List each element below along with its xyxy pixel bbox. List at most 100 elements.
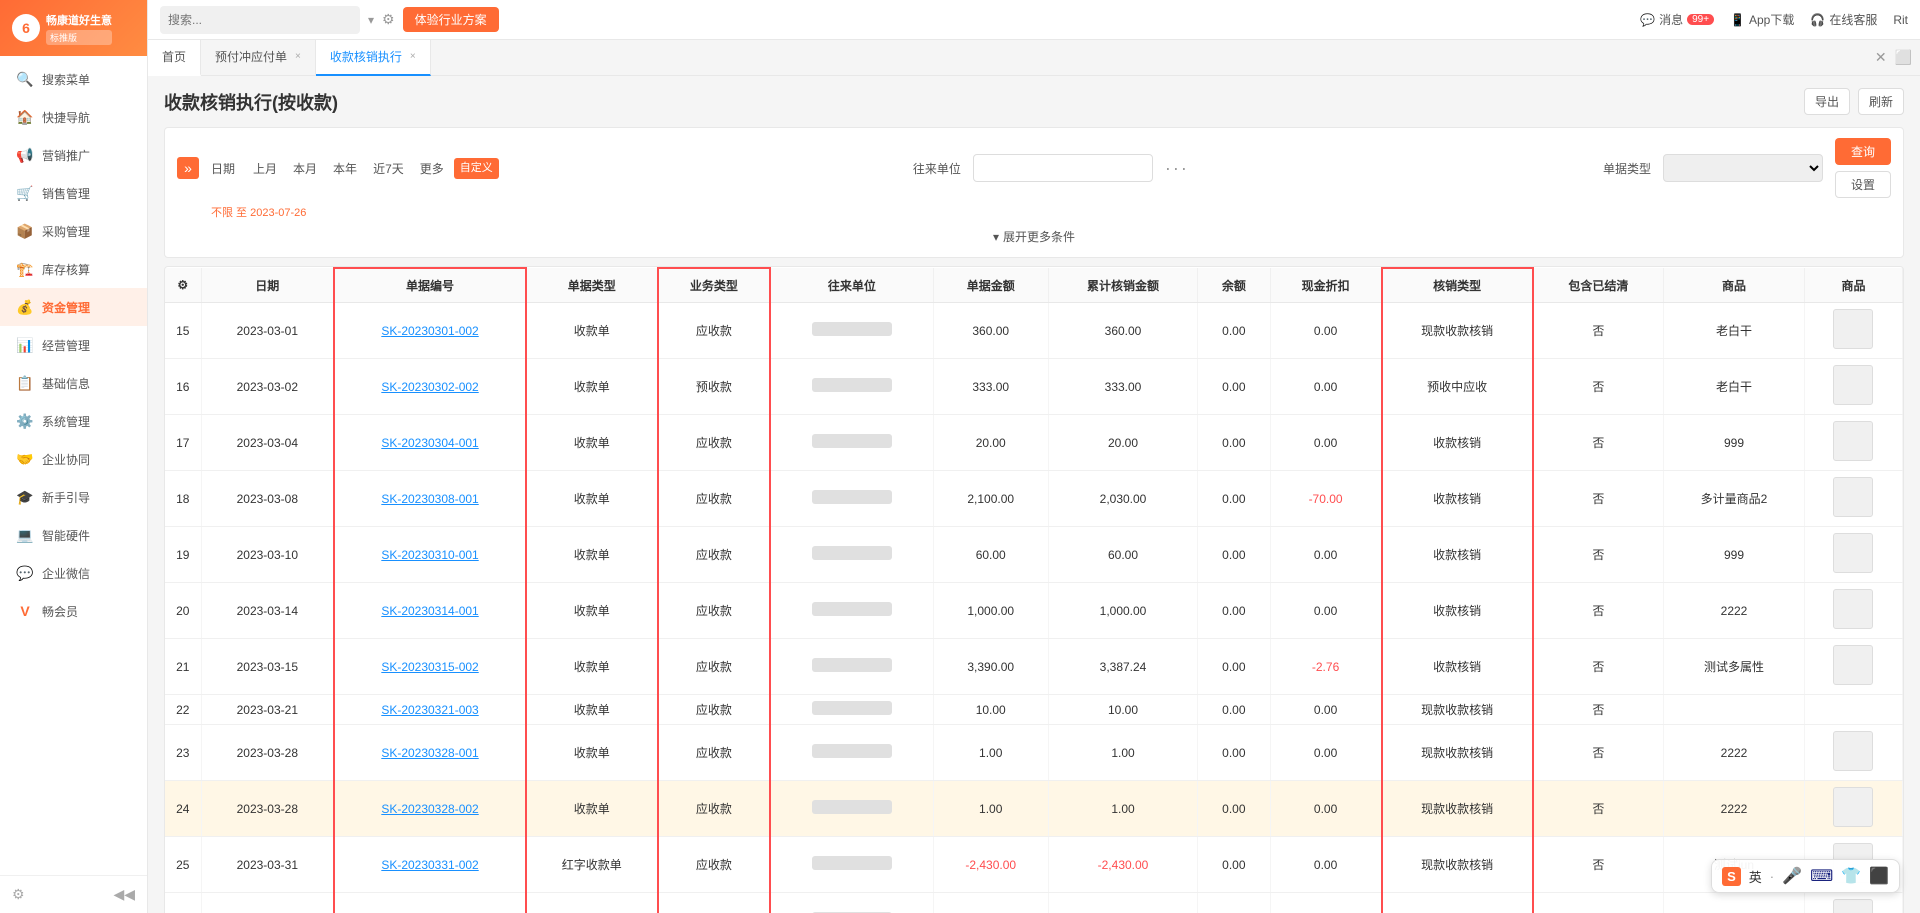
sidebar-item-marketing[interactable]: 📢 营销推广: [0, 136, 147, 174]
sidebar-item-wechat[interactable]: 💬 企业微信: [0, 554, 147, 592]
table-row[interactable]: 26 2023-04-03 SK-20230403-002 收款单 预收款 20…: [165, 893, 1903, 913]
cell-order-no: SK-20230302-002: [334, 359, 526, 415]
cell-include-settled: 否: [1533, 471, 1664, 527]
filter-7days[interactable]: 近7天: [367, 158, 410, 179]
sidebar-item-hardware[interactable]: 💻 智能硬件: [0, 516, 147, 554]
sidebar-footer: ⚙ ◀◀: [0, 875, 147, 913]
table-row[interactable]: 25 2023-03-31 SK-20230331-002 红字收款单 应收款 …: [165, 837, 1903, 893]
filter-partner-input[interactable]: [973, 154, 1153, 182]
filter-doctype-select[interactable]: [1663, 154, 1823, 182]
cell-include-settled: 否: [1533, 893, 1664, 913]
order-link[interactable]: SK-20230321-003: [381, 703, 478, 717]
sidebar-item-enterprise[interactable]: 🤝 企业协同: [0, 440, 147, 478]
app-icon: 📱: [1730, 13, 1745, 27]
cell-cancel-type: 现款收款核销: [1382, 725, 1533, 781]
settings-footer-icon[interactable]: ⚙: [12, 886, 25, 903]
order-link[interactable]: SK-20230331-002: [381, 858, 478, 872]
sidebar-item-finance[interactable]: 💰 资金管理: [0, 288, 147, 326]
table-row[interactable]: 16 2023-03-02 SK-20230302-002 收款单 预收款 33…: [165, 359, 1903, 415]
tab-receivable[interactable]: 预付冲应付单 ×: [201, 40, 316, 76]
sidebar-item-basic[interactable]: 📋 基础信息: [0, 364, 147, 402]
filter-setting-button[interactable]: 设置: [1835, 171, 1891, 198]
sidebar-item-sales[interactable]: 🛒 销售管理: [0, 174, 147, 212]
cell-goods: 老白干: [1664, 359, 1805, 415]
filter-more-date[interactable]: 更多: [414, 158, 450, 179]
topbar-user[interactable]: Rit: [1893, 13, 1908, 27]
cell-cancel-type: 收款核销: [1382, 527, 1533, 583]
order-link[interactable]: SK-20230328-002: [381, 802, 478, 816]
order-link[interactable]: SK-20230314-001: [381, 604, 478, 618]
sidebar-item-search[interactable]: 🔍 搜索菜单: [0, 60, 147, 98]
cell-partner: [770, 527, 933, 583]
tab-home[interactable]: 首页: [148, 40, 201, 76]
order-link[interactable]: SK-20230304-001: [381, 436, 478, 450]
cell-balance: 0.00: [1198, 725, 1270, 781]
filter-more-icon[interactable]: ···: [1165, 158, 1189, 179]
order-link[interactable]: SK-20230328-001: [381, 746, 478, 760]
filter-this-month[interactable]: 本月: [287, 158, 323, 179]
cell-partner: [770, 303, 933, 359]
table-row[interactable]: 20 2023-03-14 SK-20230314-001 收款单 应收款 1,…: [165, 583, 1903, 639]
table-row[interactable]: 24 2023-03-28 SK-20230328-002 收款单 应收款 1.…: [165, 781, 1903, 837]
col-header-amount: 单据金额: [933, 268, 1048, 303]
cell-no: 25: [165, 837, 201, 893]
filter-query-button[interactable]: 查询: [1835, 138, 1891, 165]
topbar-app-download[interactable]: 📱 App下载: [1730, 11, 1794, 28]
floating-grid-icon[interactable]: ⬛: [1869, 866, 1889, 886]
sidebar-item-inventory[interactable]: 🏗️ 库存核算: [0, 250, 147, 288]
filter-expand-button[interactable]: ▾ 展开更多条件: [993, 228, 1075, 245]
table-row[interactable]: 18 2023-03-08 SK-20230308-001 收款单 应收款 2,…: [165, 471, 1903, 527]
topbar-gear-icon[interactable]: ⚙: [382, 11, 395, 28]
sidebar-item-operations[interactable]: 📊 经营管理: [0, 326, 147, 364]
cell-order-no: SK-20230328-001: [334, 725, 526, 781]
cell-goods2: [1804, 583, 1902, 639]
floating-mic-icon[interactable]: 🎤: [1782, 866, 1802, 886]
table-row[interactable]: 15 2023-03-01 SK-20230301-002 收款单 应收款 36…: [165, 303, 1903, 359]
filter-this-year[interactable]: 本年: [327, 158, 363, 179]
sidebar-item-guide[interactable]: 🎓 新手引导: [0, 478, 147, 516]
filter-custom-btn[interactable]: 自定义: [454, 158, 499, 179]
refresh-button[interactable]: 刷新: [1858, 88, 1904, 115]
sidebar-item-shortcuts[interactable]: 🏠 快捷导航: [0, 98, 147, 136]
order-link[interactable]: SK-20230302-002: [381, 380, 478, 394]
filter-last-month[interactable]: 上月: [247, 158, 283, 179]
tab-close-all-icon[interactable]: ✕: [1875, 49, 1887, 66]
topbar-dropdown-arrow[interactable]: ▾: [368, 13, 374, 27]
table-row[interactable]: 22 2023-03-21 SK-20230321-003 收款单 应收款 10…: [165, 695, 1903, 725]
order-link[interactable]: SK-20230315-002: [381, 660, 478, 674]
export-button[interactable]: 导出: [1804, 88, 1850, 115]
topbar-search-input[interactable]: [160, 6, 360, 34]
cell-partner: [770, 695, 933, 725]
cell-cash-discount: 0.00: [1270, 781, 1382, 837]
floating-keyboard-icon[interactable]: ⌨: [1810, 866, 1833, 886]
topbar-service[interactable]: 🎧 在线客服: [1810, 11, 1877, 28]
tab-expand-icon[interactable]: ⬜: [1895, 49, 1912, 66]
order-link[interactable]: SK-20230308-001: [381, 492, 478, 506]
cell-goods2: [1804, 725, 1902, 781]
col-header-settings[interactable]: ⚙: [165, 268, 201, 303]
cell-biz-type: 预收款: [658, 359, 770, 415]
topbar-solution-button[interactable]: 体验行业方案: [403, 7, 499, 32]
sidebar-item-system[interactable]: ⚙️ 系统管理: [0, 402, 147, 440]
order-link[interactable]: SK-20230310-001: [381, 548, 478, 562]
table-row[interactable]: 21 2023-03-15 SK-20230315-002 收款单 应收款 3,…: [165, 639, 1903, 695]
headphone-icon: 🎧: [1810, 13, 1825, 27]
cell-goods2: [1804, 893, 1902, 913]
tab-collection[interactable]: 收款核销执行 ×: [316, 40, 431, 76]
sidebar-item-member[interactable]: V 畅会员: [0, 592, 147, 630]
table-row[interactable]: 23 2023-03-28 SK-20230328-001 收款单 应收款 1.…: [165, 725, 1903, 781]
order-link[interactable]: SK-20230301-002: [381, 324, 478, 338]
sidebar-item-purchase[interactable]: 📦 采购管理: [0, 212, 147, 250]
floating-shirt-icon[interactable]: 👕: [1841, 866, 1861, 886]
tab-collection-close[interactable]: ×: [410, 51, 416, 62]
table-header-row: ⚙ 日期 单据编号 单据类型 业务类型: [165, 268, 1903, 303]
table-row[interactable]: 17 2023-03-04 SK-20230304-001 收款单 应收款 20…: [165, 415, 1903, 471]
tab-receivable-close[interactable]: ×: [295, 51, 301, 62]
gear-icon: ⚙: [177, 278, 188, 292]
cell-date: 2023-03-28: [201, 781, 334, 837]
filter-toggle-btn[interactable]: »: [177, 157, 199, 179]
topbar-messages[interactable]: 💬 消息 99+: [1640, 11, 1714, 28]
page-header: 收款核销执行(按收款) 导出 刷新: [164, 88, 1904, 115]
collapse-icon[interactable]: ◀◀: [113, 886, 135, 903]
table-row[interactable]: 19 2023-03-10 SK-20230310-001 收款单 应收款 60…: [165, 527, 1903, 583]
